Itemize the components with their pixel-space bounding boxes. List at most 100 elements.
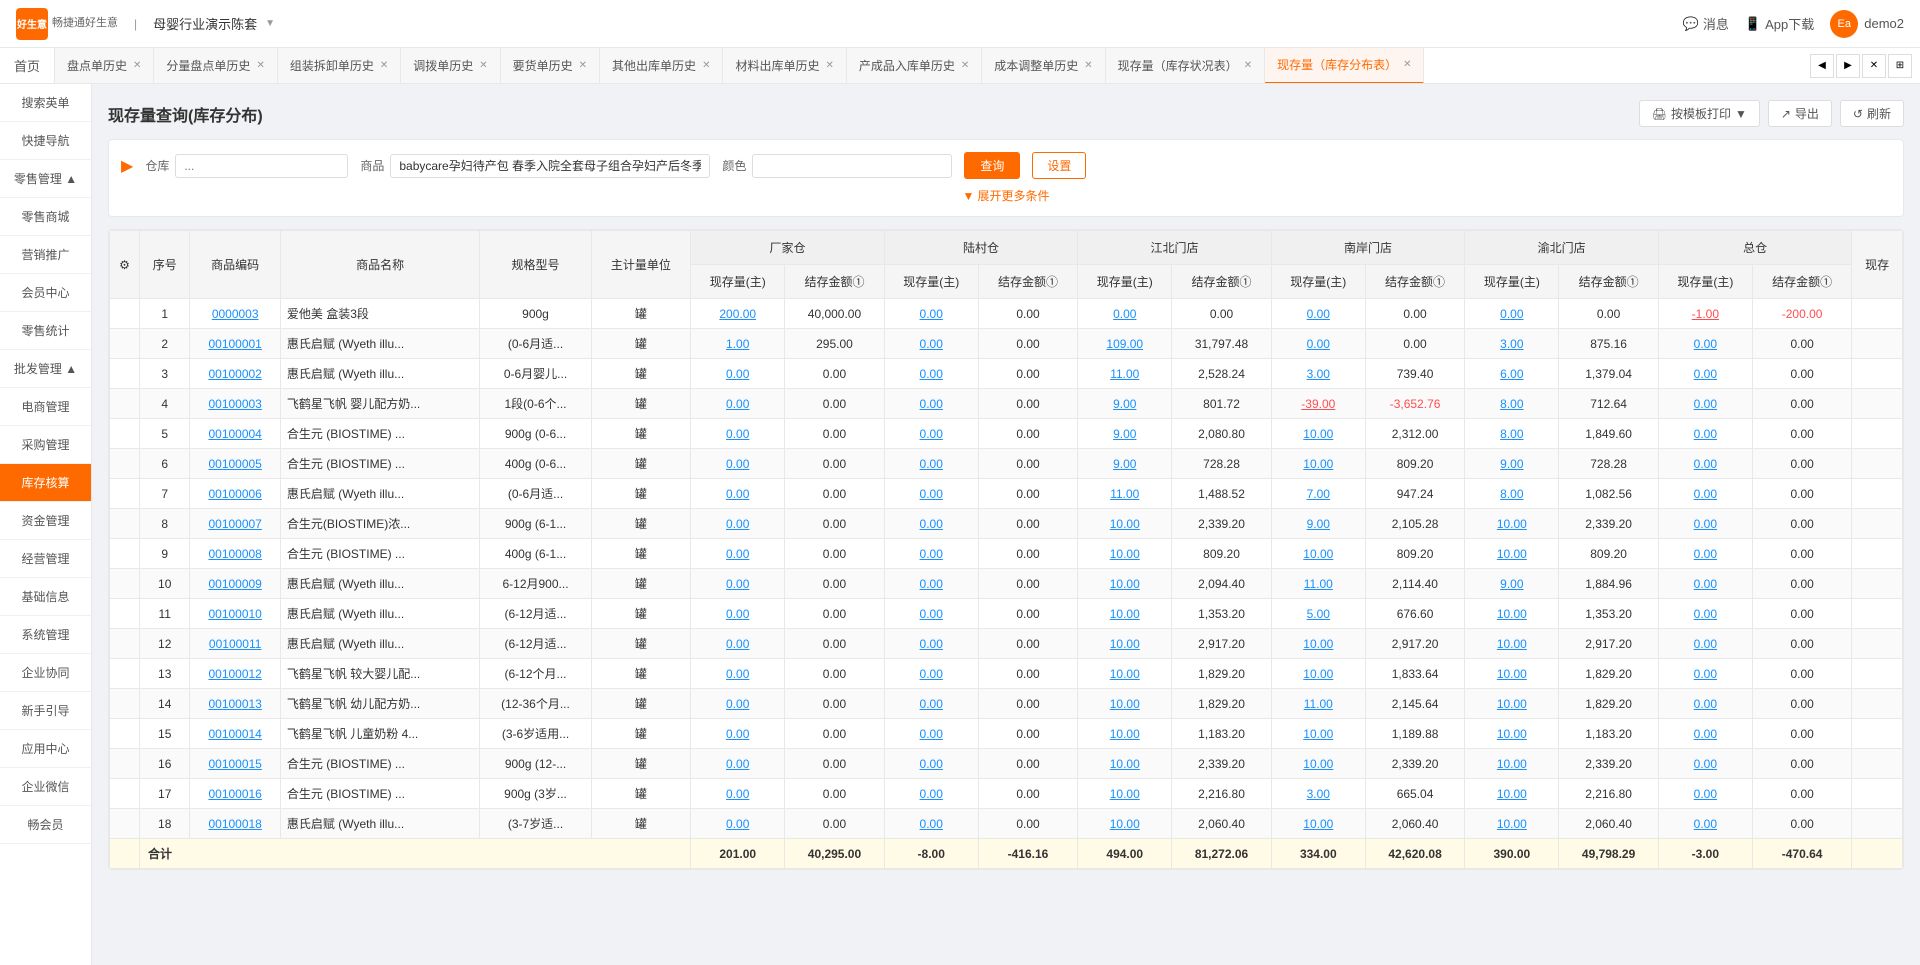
total-qty-cell[interactable]: 0.00 [1658, 359, 1752, 389]
yubei-qty-cell[interactable]: 10.00 [1465, 599, 1559, 629]
nanan-qty-cell[interactable]: 10.00 [1271, 539, 1365, 569]
sidebar-item-9[interactable]: 采购管理 [0, 426, 91, 464]
nav-tab-7[interactable]: 产成品入库单历史✕ [847, 48, 982, 84]
jiangbei-qty-cell[interactable]: 10.00 [1078, 539, 1172, 569]
sidebar-item-17[interactable]: 应用中心 [0, 730, 91, 768]
sidebar-item-15[interactable]: 企业协同 [0, 654, 91, 692]
sidebar-item-4[interactable]: 营销推广 [0, 236, 91, 274]
code-cell[interactable]: 00100016 [190, 779, 280, 809]
code-cell[interactable]: 0000003 [190, 299, 280, 329]
lu-qty-cell[interactable]: 0.00 [884, 329, 978, 359]
total-qty-cell[interactable]: 0.00 [1658, 659, 1752, 689]
lu-qty-cell[interactable]: 0.00 [884, 509, 978, 539]
nav-tab-close[interactable]: ✕ [479, 60, 487, 71]
nav-tab-close[interactable]: ✕ [961, 60, 969, 71]
total-qty-cell[interactable]: 0.00 [1658, 389, 1752, 419]
nanan-qty-cell[interactable]: 3.00 [1271, 359, 1365, 389]
total-qty-cell[interactable]: 0.00 [1658, 749, 1752, 779]
nav-tab-4[interactable]: 要货单历史✕ [501, 48, 600, 84]
nav-tab-1[interactable]: 分量盘点单历史✕ [154, 48, 277, 84]
total-qty-cell[interactable]: 0.00 [1658, 509, 1752, 539]
nanan-qty-cell[interactable]: -39.00 [1271, 389, 1365, 419]
factory-qty-cell[interactable]: 0.00 [691, 419, 785, 449]
lu-qty-cell[interactable]: 0.00 [884, 719, 978, 749]
code-cell[interactable]: 00100001 [190, 329, 280, 359]
factory-qty-cell[interactable]: 0.00 [691, 539, 785, 569]
total-qty-cell[interactable]: 0.00 [1658, 449, 1752, 479]
sidebar-item-12[interactable]: 经营管理 [0, 540, 91, 578]
nanan-qty-cell[interactable]: 11.00 [1271, 569, 1365, 599]
setting-btn[interactable]: 设置 [1032, 152, 1086, 179]
code-cell[interactable]: 00100014 [190, 719, 280, 749]
factory-qty-cell[interactable]: 0.00 [691, 599, 785, 629]
yubei-qty-cell[interactable]: 3.00 [1465, 329, 1559, 359]
jiangbei-qty-cell[interactable]: 9.00 [1078, 389, 1172, 419]
nanan-qty-cell[interactable]: 10.00 [1271, 629, 1365, 659]
nav-tab-9[interactable]: 现存量（库存状况表）✕ [1106, 48, 1265, 84]
nav-tab-close[interactable]: ✕ [1403, 59, 1411, 70]
goods-input[interactable] [390, 154, 710, 178]
nanan-qty-cell[interactable]: 11.00 [1271, 689, 1365, 719]
nav-expand-btn[interactable]: ⊞ [1888, 54, 1912, 78]
sidebar-item-16[interactable]: 新手引导 [0, 692, 91, 730]
nav-tab-6[interactable]: 材料出库单历史✕ [723, 48, 846, 84]
lu-qty-cell[interactable]: 0.00 [884, 569, 978, 599]
lu-qty-cell[interactable]: 0.00 [884, 689, 978, 719]
total-qty-cell[interactable]: 0.00 [1658, 419, 1752, 449]
nav-home-btn[interactable]: 首页 [0, 48, 55, 84]
yubei-qty-cell[interactable]: 8.00 [1465, 389, 1559, 419]
message-btn[interactable]: 💬 消息 [1683, 14, 1729, 33]
nav-tab-close[interactable]: ✕ [256, 60, 264, 71]
nav-tab-close[interactable]: ✕ [1244, 60, 1252, 71]
nav-next-btn[interactable]: ▶ [1836, 54, 1860, 78]
factory-qty-cell[interactable]: 0.00 [691, 719, 785, 749]
yubei-qty-cell[interactable]: 10.00 [1465, 629, 1559, 659]
nav-tab-close[interactable]: ✕ [579, 60, 587, 71]
total-qty-cell[interactable]: 0.00 [1658, 629, 1752, 659]
jiangbei-qty-cell[interactable]: 0.00 [1078, 299, 1172, 329]
lu-qty-cell[interactable]: 0.00 [884, 659, 978, 689]
yubei-qty-cell[interactable]: 10.00 [1465, 749, 1559, 779]
nav-tab-5[interactable]: 其他出库单历史✕ [600, 48, 723, 84]
dropdown-label[interactable]: 母婴行业演示陈套 [153, 14, 257, 33]
nav-tab-10[interactable]: 现存量（库存分布表）✕ [1265, 48, 1424, 84]
code-cell[interactable]: 00100002 [190, 359, 280, 389]
code-cell[interactable]: 00100004 [190, 419, 280, 449]
nav-tab-close[interactable]: ✕ [380, 60, 388, 71]
nanan-qty-cell[interactable]: 0.00 [1271, 299, 1365, 329]
jiangbei-qty-cell[interactable]: 10.00 [1078, 809, 1172, 839]
refresh-btn[interactable]: ↺ 刷新 [1840, 100, 1904, 127]
factory-qty-cell[interactable]: 0.00 [691, 689, 785, 719]
total-qty-cell[interactable]: 0.00 [1658, 779, 1752, 809]
yubei-qty-cell[interactable]: 9.00 [1465, 449, 1559, 479]
lu-qty-cell[interactable]: 0.00 [884, 419, 978, 449]
factory-qty-cell[interactable]: 0.00 [691, 809, 785, 839]
total-qty-cell[interactable]: -1.00 [1658, 299, 1752, 329]
lu-qty-cell[interactable]: 0.00 [884, 299, 978, 329]
jiangbei-qty-cell[interactable]: 10.00 [1078, 659, 1172, 689]
lu-qty-cell[interactable]: 0.00 [884, 389, 978, 419]
nav-tab-close[interactable]: ✕ [133, 60, 141, 71]
total-qty-cell[interactable]: 0.00 [1658, 539, 1752, 569]
factory-qty-cell[interactable]: 0.00 [691, 629, 785, 659]
code-cell[interactable]: 00100012 [190, 659, 280, 689]
nav-tab-close[interactable]: ✕ [1084, 60, 1092, 71]
code-cell[interactable]: 00100011 [190, 629, 280, 659]
factory-qty-cell[interactable]: 0.00 [691, 659, 785, 689]
print-btn[interactable]: 🖨 按模板打印 ▼ [1639, 100, 1760, 127]
sidebar-item-3[interactable]: 零售商城 [0, 198, 91, 236]
sidebar-item-14[interactable]: 系统管理 [0, 616, 91, 654]
nanan-qty-cell[interactable]: 10.00 [1271, 749, 1365, 779]
sidebar-item-11[interactable]: 资金管理 [0, 502, 91, 540]
sidebar-item-0[interactable]: 搜索英单 [0, 84, 91, 122]
total-qty-cell[interactable]: 0.00 [1658, 689, 1752, 719]
yubei-qty-cell[interactable]: 10.00 [1465, 539, 1559, 569]
nanan-qty-cell[interactable]: 9.00 [1271, 509, 1365, 539]
factory-qty-cell[interactable]: 0.00 [691, 479, 785, 509]
total-qty-cell[interactable]: 0.00 [1658, 599, 1752, 629]
sidebar-item-10[interactable]: 库存核算 [0, 464, 91, 502]
code-cell[interactable]: 00100005 [190, 449, 280, 479]
sidebar-item-7[interactable]: 批发管理 ▲ [0, 350, 91, 388]
yubei-qty-cell[interactable]: 8.00 [1465, 419, 1559, 449]
jiangbei-qty-cell[interactable]: 9.00 [1078, 449, 1172, 479]
